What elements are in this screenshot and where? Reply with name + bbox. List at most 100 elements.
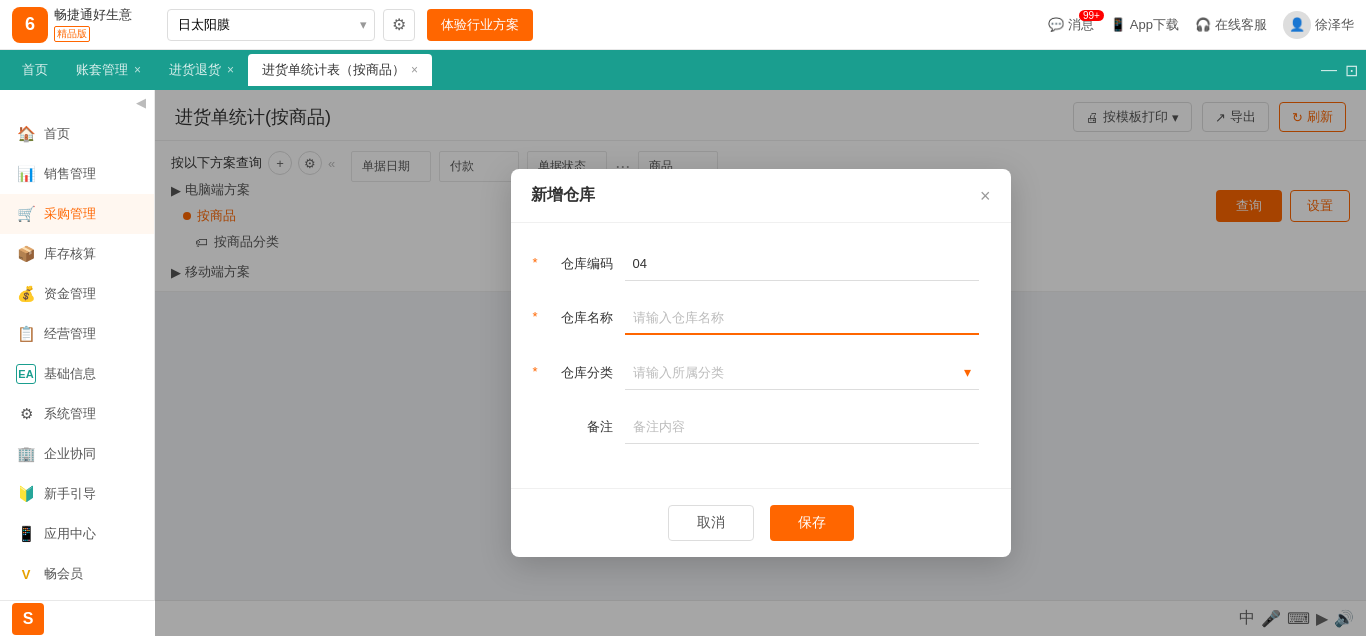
finance-icon: 💰 <box>16 284 36 304</box>
user-item[interactable]: 👤 徐泽华 <box>1283 11 1354 39</box>
note-input[interactable] <box>625 410 979 444</box>
gear-button[interactable]: ⚙ <box>383 9 415 41</box>
sidebar-sales-label: 销售管理 <box>44 165 96 183</box>
tab-minimize-icon[interactable]: — <box>1321 61 1337 79</box>
sidebar-finance-label: 资金管理 <box>44 285 96 303</box>
tab-home[interactable]: 首页 <box>8 54 62 86</box>
tab-purchase-return-close[interactable]: × <box>227 63 234 77</box>
tab-purchase-return[interactable]: 进货退货 × <box>155 54 248 86</box>
tab-account[interactable]: 账套管理 × <box>62 54 155 86</box>
note-label: 备注 <box>543 418 613 436</box>
headset-icon: 🎧 <box>1195 17 1211 32</box>
home-icon: 🏠 <box>16 124 36 144</box>
s-logo: S <box>12 603 44 635</box>
sidebar-item-app-center[interactable]: 📱 应用中心 <box>0 514 154 554</box>
app-center-icon: 📱 <box>16 524 36 544</box>
sidebar-item-sales[interactable]: 📊 销售管理 <box>0 154 154 194</box>
system-icon: ⚙ <box>16 404 36 424</box>
sidebar-item-guide[interactable]: 🔰 新手引导 <box>0 474 154 514</box>
tab-purchase-stat[interactable]: 进货单统计表（按商品） × <box>248 54 432 86</box>
tab-purchase-return-label: 进货退货 <box>169 61 221 79</box>
search-input[interactable] <box>167 9 375 41</box>
modal-overlay: 新增仓库 × 仓库编码 仓库名称 仓库 <box>155 90 1366 636</box>
modal-add-warehouse: 新增仓库 × 仓库编码 仓库名称 仓库 <box>511 169 1011 557</box>
username-label: 徐泽华 <box>1315 16 1354 34</box>
sidebar-guide-label: 新手引导 <box>44 485 96 503</box>
modal-body: 仓库编码 仓库名称 仓库分类 请输入所属分类 <box>511 223 1011 488</box>
cancel-button[interactable]: 取消 <box>668 505 754 541</box>
name-label: 仓库名称 <box>543 309 613 327</box>
sidebar-item-operations[interactable]: 📋 经营管理 <box>0 314 154 354</box>
sidebar-app-center-label: 应用中心 <box>44 525 96 543</box>
code-input[interactable] <box>625 247 979 281</box>
search-wrap <box>167 9 375 41</box>
logo-area: 6 畅捷通好生意 精品版 <box>12 7 167 43</box>
sidebar-item-inventory[interactable]: 📦 库存核算 <box>0 234 154 274</box>
app-download-item[interactable]: 📱 App下载 <box>1110 16 1179 34</box>
trial-button[interactable]: 体验行业方案 <box>427 9 533 41</box>
form-row-code: 仓库编码 <box>543 247 979 281</box>
tab-home-label: 首页 <box>22 61 48 79</box>
sidebar-system-label: 系统管理 <box>44 405 96 423</box>
sidebar-item-vip[interactable]: V 畅会员 <box>0 554 154 594</box>
avatar: 👤 <box>1283 11 1311 39</box>
modal-header: 新增仓库 × <box>511 169 1011 223</box>
app-download-label: App下载 <box>1130 16 1179 34</box>
tab-purchase-stat-close[interactable]: × <box>411 63 418 77</box>
category-select[interactable]: 请输入所属分类 <box>625 355 979 389</box>
sidebar-purchase-label: 采购管理 <box>44 205 96 223</box>
logo-text: 畅捷通好生意 <box>54 7 132 24</box>
message-badge: 99+ <box>1079 10 1104 21</box>
main-layout: ◀ 🏠 首页 📊 销售管理 🛒 采购管理 📦 库存核算 💰 资金管理 📋 经营管… <box>0 90 1366 636</box>
tab-account-label: 账套管理 <box>76 61 128 79</box>
name-input[interactable] <box>625 301 979 335</box>
bottom-left: S <box>12 603 44 635</box>
sidebar-item-home[interactable]: 🏠 首页 <box>0 114 154 154</box>
sidebar-item-purchase[interactable]: 🛒 采购管理 <box>0 194 154 234</box>
sales-icon: 📊 <box>16 164 36 184</box>
sidebar-item-enterprise[interactable]: 🏢 企业协同 <box>0 434 154 474</box>
purchase-icon: 🛒 <box>16 204 36 224</box>
sidebar-item-finance[interactable]: 💰 资金管理 <box>0 274 154 314</box>
modal-footer: 取消 保存 <box>511 488 1011 557</box>
guide-icon: 🔰 <box>16 484 36 504</box>
sidebar-item-system[interactable]: ⚙ 系统管理 <box>0 394 154 434</box>
sidebar-home-label: 首页 <box>44 125 70 143</box>
tab-bar-right: — ⊡ <box>1321 61 1358 80</box>
message-icon: 💬 <box>1048 17 1064 32</box>
sidebar-vip-label: 畅会员 <box>44 565 83 583</box>
code-label: 仓库编码 <box>543 255 613 273</box>
vip-icon: V <box>16 564 36 584</box>
sidebar-item-basic-info[interactable]: EA 基础信息 <box>0 354 154 394</box>
form-row-note: 备注 <box>543 410 979 444</box>
form-row-category: 仓库分类 请输入所属分类 ▾ <box>543 355 979 390</box>
header-search-area: ⚙ 体验行业方案 <box>167 9 1048 41</box>
modal-title: 新增仓库 <box>531 185 595 206</box>
phone-icon: 📱 <box>1110 17 1126 32</box>
message-item[interactable]: 💬 消息 99+ <box>1048 16 1094 34</box>
online-service-item[interactable]: 🎧 在线客服 <box>1195 16 1267 34</box>
inventory-icon: 📦 <box>16 244 36 264</box>
online-service-label: 在线客服 <box>1215 16 1267 34</box>
sidebar: ◀ 🏠 首页 📊 销售管理 🛒 采购管理 📦 库存核算 💰 资金管理 📋 经营管… <box>0 90 155 636</box>
category-label: 仓库分类 <box>543 364 613 382</box>
tab-maximize-icon[interactable]: ⊡ <box>1345 61 1358 80</box>
operations-icon: 📋 <box>16 324 36 344</box>
enterprise-icon: 🏢 <box>16 444 36 464</box>
sidebar-basic-info-label: 基础信息 <box>44 365 96 383</box>
logo-icon: 6 <box>12 7 48 43</box>
tab-account-close[interactable]: × <box>134 63 141 77</box>
form-row-name: 仓库名称 <box>543 301 979 335</box>
modal-close-button[interactable]: × <box>980 187 991 205</box>
sidebar-collapse-btn[interactable]: ◀ <box>0 90 154 114</box>
sidebar-operations-label: 经营管理 <box>44 325 96 343</box>
tab-bar: 首页 账套管理 × 进货退货 × 进货单统计表（按商品） × — ⊡ <box>0 50 1366 90</box>
save-button[interactable]: 保存 <box>770 505 854 541</box>
top-header: 6 畅捷通好生意 精品版 ⚙ 体验行业方案 💬 消息 99+ 📱 App下载 🎧… <box>0 0 1366 50</box>
category-select-wrap: 请输入所属分类 ▾ <box>625 355 979 390</box>
tab-purchase-stat-label: 进货单统计表（按商品） <box>262 61 405 79</box>
logo-badge: 精品版 <box>54 26 90 42</box>
basic-info-icon: EA <box>16 364 36 384</box>
sidebar-enterprise-label: 企业协同 <box>44 445 96 463</box>
header-right: 💬 消息 99+ 📱 App下载 🎧 在线客服 👤 徐泽华 <box>1048 11 1354 39</box>
